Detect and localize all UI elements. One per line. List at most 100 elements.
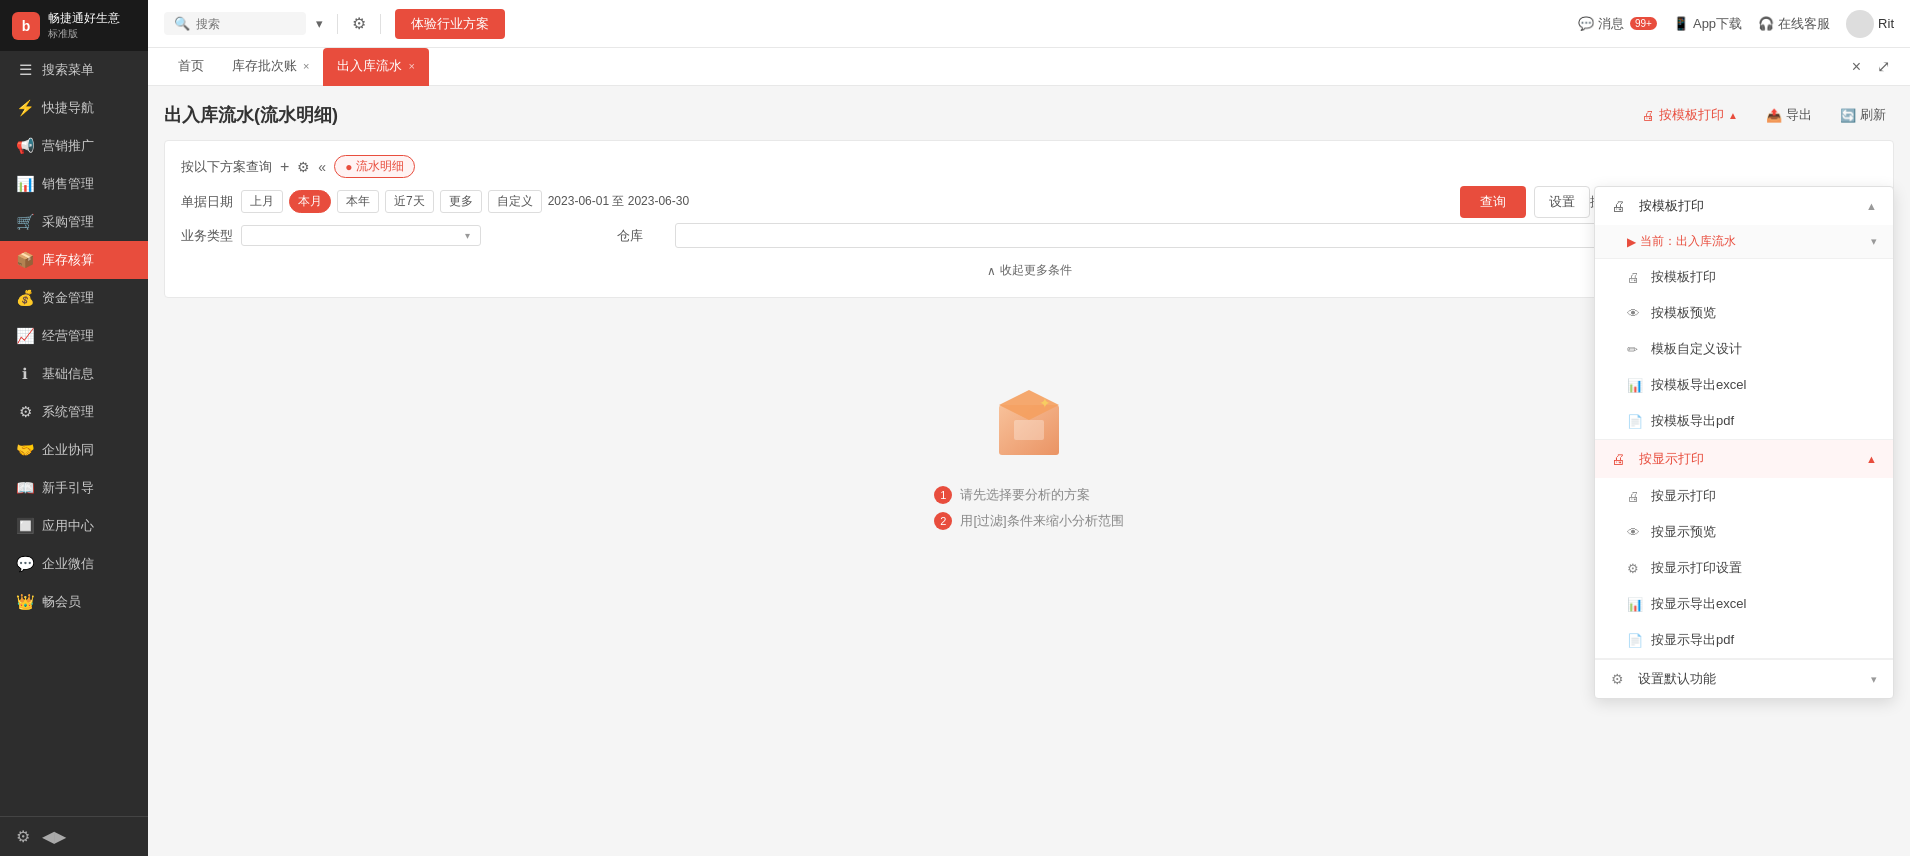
tab-inout-flow-close[interactable]: × — [408, 60, 414, 72]
user-profile-btn[interactable]: Rit — [1846, 10, 1894, 38]
enterprise-wx-icon: 💬 — [16, 555, 34, 573]
template-custom-label: 模板自定义设计 — [1651, 340, 1742, 358]
sidebar-item-finance[interactable]: 💰 资金管理 — [0, 279, 148, 317]
tab-home[interactable]: 首页 — [164, 48, 218, 86]
svg-text:✦: ✦ — [1039, 395, 1051, 411]
sidebar-item-enterprise[interactable]: 🤝 企业协同 — [0, 431, 148, 469]
tab-inventory-batch-label: 库存批次账 — [232, 57, 297, 75]
sidebar-collapse-icon[interactable]: ◀▶ — [42, 827, 66, 846]
collapse-conditions-btn[interactable]: ∧ 收起更多条件 — [975, 258, 1084, 283]
sidebar-item-basic-info[interactable]: ℹ 基础信息 — [0, 355, 148, 393]
sidebar-item-label: 搜索菜单 — [42, 61, 94, 79]
date-btn-more[interactable]: 更多 — [440, 190, 482, 213]
filter-add-btn[interactable]: + — [280, 158, 289, 176]
empty-steps: 1 请先选择要分析的方案 2 用[过滤]条件来缩小分析范围 — [934, 482, 1123, 534]
purchase-icon: 🛒 — [16, 213, 34, 231]
topbar-settings-icon[interactable]: ⚙ — [352, 14, 366, 33]
template-export-excel-item[interactable]: 📊 按模板导出excel — [1595, 367, 1893, 403]
date-btn-7days[interactable]: 近7天 — [385, 190, 434, 213]
sidebar-item-marketing[interactable]: 📢 营销推广 — [0, 127, 148, 165]
content-area: 出入库流水(流水明细) 🖨 按模板打印 ▲ 📤 导出 🔄 刷新 — [148, 86, 1910, 856]
refresh-label: 刷新 — [1860, 106, 1886, 124]
message-btn[interactable]: 💬 消息 99+ — [1578, 15, 1657, 33]
enterprise-icon: 🤝 — [16, 441, 34, 459]
tab-home-label: 首页 — [178, 57, 204, 75]
search-input[interactable] — [196, 17, 296, 31]
query-btn[interactable]: 查询 — [1460, 186, 1526, 218]
display-print-section-label: 按显示打印 — [1639, 450, 1704, 468]
current-arrow-icon: ▾ — [1871, 235, 1877, 248]
date-btn-last-month[interactable]: 上月 — [241, 190, 283, 213]
app-logo-icon: b — [12, 12, 40, 40]
display-print-section-header[interactable]: 🖨 按显示打印 ▲ — [1595, 440, 1893, 478]
sidebar-item-operations[interactable]: 📈 经营管理 — [0, 317, 148, 355]
display-print-item[interactable]: 🖨 按显示打印 — [1595, 478, 1893, 514]
export-btn[interactable]: 📤 导出 — [1758, 102, 1820, 128]
display-print-icon: 🖨 — [1611, 451, 1625, 467]
sidebar-item-sales[interactable]: 📊 销售管理 — [0, 165, 148, 203]
template-preview-item[interactable]: 👁 按模板预览 — [1595, 295, 1893, 331]
tab-inout-flow[interactable]: 出入库流水 × — [323, 48, 428, 86]
sidebar-item-search-menu[interactable]: ☰ 搜索菜单 — [0, 51, 148, 89]
sidebar-item-system[interactable]: ⚙ 系统管理 — [0, 393, 148, 431]
sidebar-item-guide[interactable]: 📖 新手引导 — [0, 469, 148, 507]
filter-collapse-btn[interactable]: « — [318, 159, 326, 175]
template-print-item[interactable]: 🖨 按模板打印 — [1595, 259, 1893, 295]
trial-btn[interactable]: 体验行业方案 — [395, 9, 505, 39]
sidebar-item-inventory[interactable]: 📦 库存核算 — [0, 241, 148, 279]
app-download-btn[interactable]: 📱 App下载 — [1673, 15, 1742, 33]
date-btn-this-month[interactable]: 本月 — [289, 190, 331, 213]
date-btn-custom[interactable]: 自定义 — [488, 190, 542, 213]
topbar-search-box[interactable]: 🔍 — [164, 12, 306, 35]
sidebar: b 畅捷通好生意 标准版 ☰ 搜索菜单 ⚡ 快捷导航 📢 营销推广 📊 销售管理… — [0, 0, 148, 856]
sidebar-item-quick-nav[interactable]: ⚡ 快捷导航 — [0, 89, 148, 127]
sidebar-item-app-center[interactable]: 🔲 应用中心 — [0, 507, 148, 545]
message-icon: 💬 — [1578, 16, 1594, 31]
filter-tag[interactable]: ● 流水明细 — [334, 155, 415, 178]
window-close-btn[interactable]: × — [1848, 56, 1865, 78]
settings-gear-icon[interactable]: ⚙ — [16, 827, 30, 846]
print-btn[interactable]: 🖨 按模板打印 ▲ — [1634, 102, 1746, 128]
refresh-btn[interactable]: 🔄 刷新 — [1832, 102, 1894, 128]
sidebar-item-vip[interactable]: 👑 畅会员 — [0, 583, 148, 621]
template-export-pdf-item[interactable]: 📄 按模板导出pdf — [1595, 403, 1893, 439]
biz-type-select[interactable]: ▾ — [241, 225, 481, 246]
tag-dot-icon: ● — [345, 160, 352, 174]
page-actions: 🖨 按模板打印 ▲ 📤 导出 🔄 刷新 — [1634, 102, 1894, 128]
template-print-header[interactable]: 🖨 按模板打印 ▲ — [1595, 187, 1893, 225]
template-custom-item[interactable]: ✏ 模板自定义设计 — [1595, 331, 1893, 367]
display-print-settings-item[interactable]: ⚙ 按显示打印设置 — [1595, 550, 1893, 586]
current-label: 当前：出入库流水 — [1640, 233, 1736, 250]
template-export-excel-label: 按模板导出excel — [1651, 376, 1746, 394]
sidebar-item-purchase[interactable]: 🛒 采购管理 — [0, 203, 148, 241]
online-service-btn[interactable]: 🎧 在线客服 — [1758, 15, 1830, 33]
print-arrow-icon: ▲ — [1728, 110, 1738, 121]
marketing-icon: 📢 — [16, 137, 34, 155]
set-default-label: 设置默认功能 — [1638, 670, 1716, 688]
set-default-item[interactable]: ⚙ 设置默认功能 ▾ — [1595, 659, 1893, 698]
window-expand-btn[interactable]: ⤢ — [1873, 55, 1894, 78]
sidebar-item-label: 畅会员 — [42, 593, 81, 611]
display-export-excel-item[interactable]: 📊 按显示导出excel — [1595, 586, 1893, 622]
excel-icon: 📊 — [1627, 378, 1643, 393]
display-export-pdf-label: 按显示导出pdf — [1651, 631, 1734, 649]
sales-icon: 📊 — [16, 175, 34, 193]
display-export-pdf-item[interactable]: 📄 按显示导出pdf — [1595, 622, 1893, 658]
date-filter-group: 上月 本月 本年 近7天 更多 自定义 2023-06-01 至 2023-06… — [241, 190, 689, 213]
empty-step-2: 2 用[过滤]条件来缩小分析范围 — [934, 508, 1123, 534]
date-range-text: 2023-06-01 至 2023-06-30 — [548, 193, 689, 210]
display-preview-item[interactable]: 👁 按显示预览 — [1595, 514, 1893, 550]
filter-settings-btn[interactable]: ⚙ — [297, 159, 310, 175]
tab-inventory-batch-close[interactable]: × — [303, 60, 309, 72]
tabs-bar: 首页 库存批次账 × 出入库流水 × × ⤢ — [148, 48, 1910, 86]
topbar-dropdown-icon[interactable]: ▾ — [316, 16, 323, 31]
preview-doc-icon: 👁 — [1627, 306, 1643, 321]
empty-illustration: ✦ — [979, 370, 1079, 470]
display-print-arrow-icon: ▲ — [1866, 453, 1877, 465]
avatar — [1846, 10, 1874, 38]
tab-inventory-batch[interactable]: 库存批次账 × — [218, 48, 323, 86]
date-btn-this-year[interactable]: 本年 — [337, 190, 379, 213]
settings-btn[interactable]: 设置 — [1534, 186, 1590, 218]
sidebar-item-label: 快捷导航 — [42, 99, 94, 117]
sidebar-item-enterprise-wx[interactable]: 💬 企业微信 — [0, 545, 148, 583]
